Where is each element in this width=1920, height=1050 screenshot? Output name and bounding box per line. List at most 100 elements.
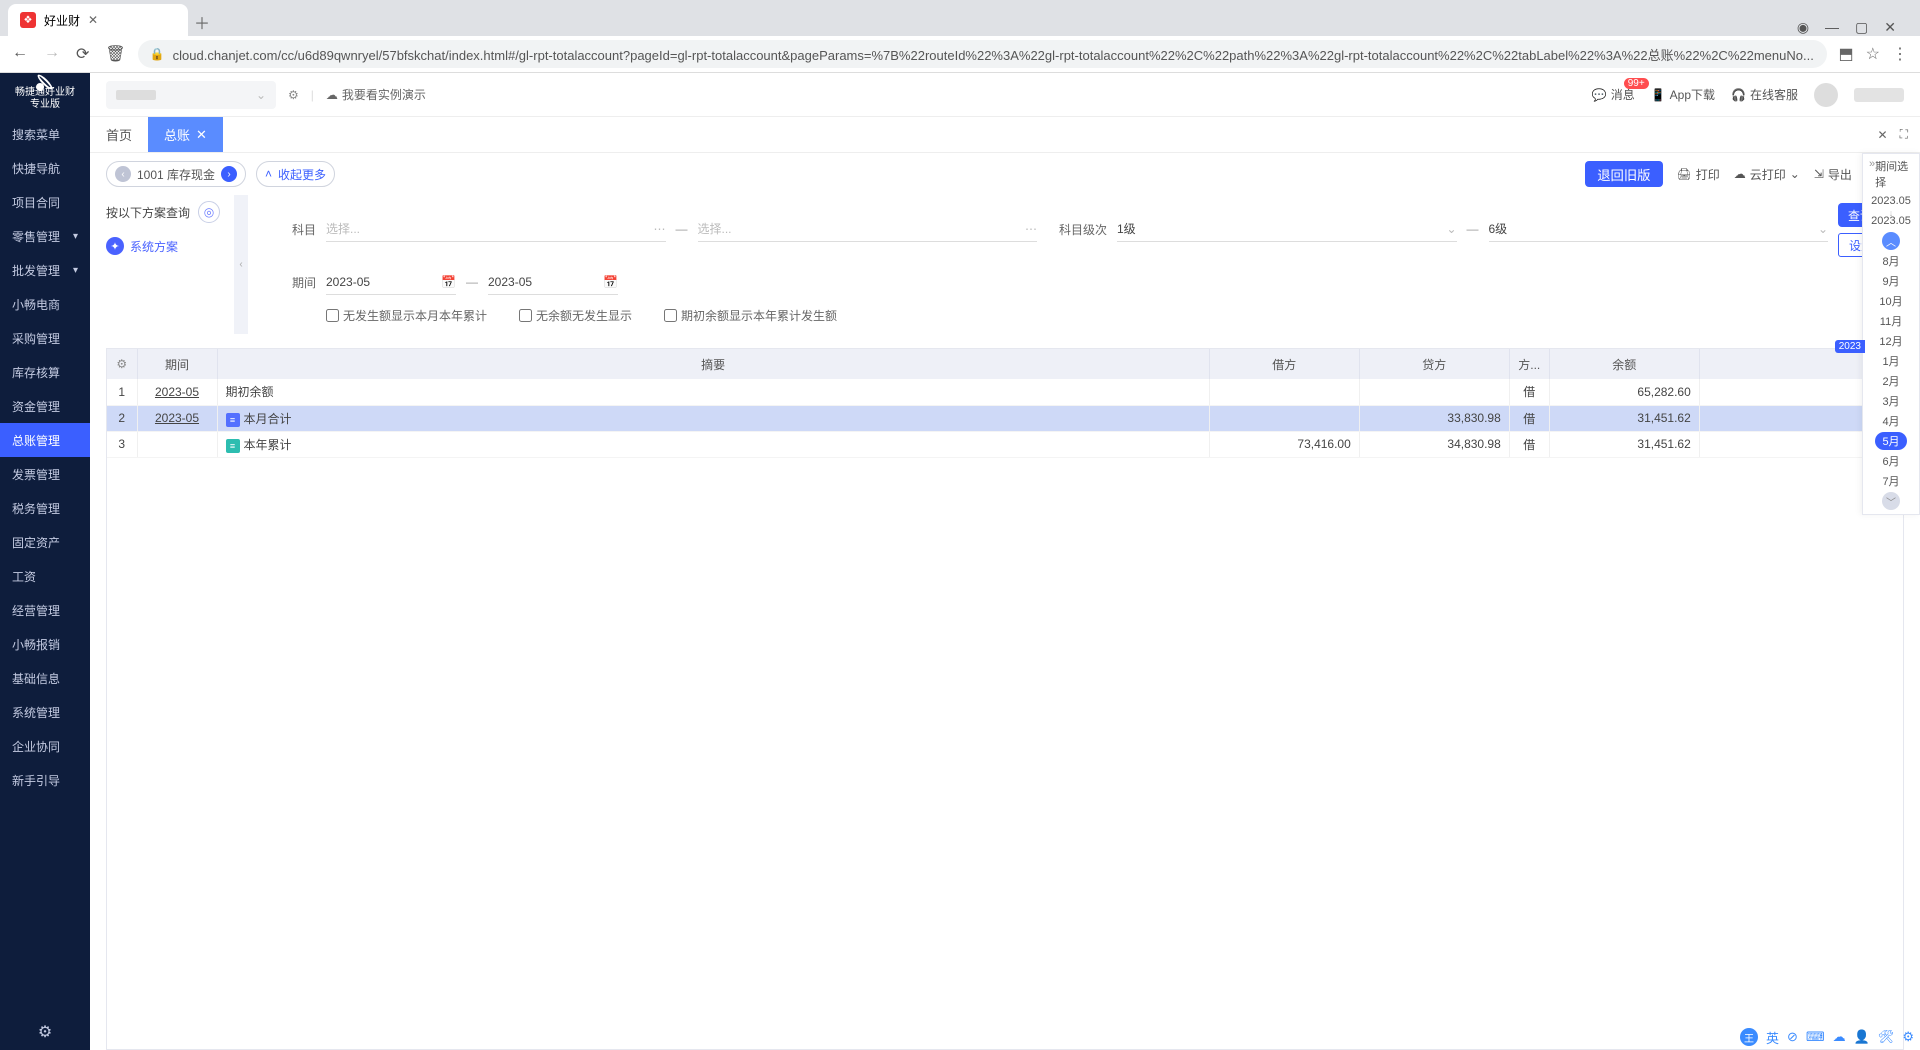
- settings-gear[interactable]: ⚙: [0, 1014, 90, 1050]
- tray-icon[interactable]: 👤: [1854, 1029, 1870, 1045]
- browser-tab[interactable]: ❖ 好业财 ✕: [8, 4, 188, 36]
- forward-icon[interactable]: →: [44, 44, 60, 64]
- close-all-tabs-icon[interactable]: ✕: [1878, 128, 1888, 142]
- month-option[interactable]: 10月: [1875, 292, 1907, 310]
- demo-link[interactable]: ☁ 我要看实例演示: [326, 86, 426, 103]
- chat-icon: 💬: [1592, 88, 1607, 102]
- close-icon[interactable]: ✕: [88, 13, 98, 27]
- avatar[interactable]: [1814, 83, 1838, 107]
- install-icon[interactable]: ⬒: [1839, 44, 1854, 64]
- close-window-icon[interactable]: ✕: [1884, 19, 1896, 36]
- sidebar-item[interactable]: 采购管理: [0, 321, 90, 355]
- new-tab-button[interactable]: ＋: [188, 8, 216, 36]
- chevron-right-icon[interactable]: ›: [221, 166, 237, 182]
- cloud-print-button[interactable]: ☁云打印⌄: [1734, 166, 1800, 183]
- fullscreen-icon[interactable]: ⛶: [1900, 127, 1908, 142]
- period-from-input[interactable]: 2023-05📅: [326, 269, 456, 295]
- sidebar-item[interactable]: 工资: [0, 559, 90, 593]
- sidebar-item[interactable]: 基础信息: [0, 661, 90, 695]
- tab[interactable]: 总账✕: [148, 117, 223, 152]
- sidebar-item[interactable]: 库存核算: [0, 355, 90, 389]
- tray-icon[interactable]: 英: [1766, 1028, 1779, 1047]
- month-down-icon[interactable]: ﹀: [1882, 492, 1900, 510]
- tray-icon[interactable]: ⊘: [1787, 1029, 1798, 1045]
- sidebar-item[interactable]: 总账管理: [0, 423, 90, 457]
- reload-icon[interactable]: ⟳: [76, 44, 89, 64]
- account-icon[interactable]: ◉: [1797, 19, 1809, 36]
- checkbox[interactable]: [326, 309, 339, 322]
- sidebar-item[interactable]: 零售管理▾: [0, 219, 90, 253]
- month-option[interactable]: 8月: [1875, 252, 1907, 270]
- sidebar-item[interactable]: 发票管理: [0, 457, 90, 491]
- level-to-select[interactable]: 6级⌄: [1489, 216, 1829, 242]
- collapse-filter-icon[interactable]: ‹: [234, 195, 248, 334]
- sidebar-item[interactable]: 小畅电商: [0, 287, 90, 321]
- month-option[interactable]: 7月: [1875, 472, 1907, 490]
- month-option[interactable]: 2月: [1875, 372, 1907, 390]
- window-controls: ◉ — ▢ ✕: [1797, 19, 1912, 36]
- side-menu: 搜索菜单快捷导航项目合同零售管理▾批发管理▾小畅电商采购管理库存核算资金管理总账…: [0, 117, 90, 1014]
- tray-icon[interactable]: 🛠: [1878, 1029, 1895, 1045]
- sidebar-item[interactable]: 新手引导: [0, 763, 90, 797]
- checkbox[interactable]: [519, 309, 532, 322]
- sidebar-item[interactable]: 企业协同: [0, 729, 90, 763]
- support-link[interactable]: 🎧 在线客服: [1731, 86, 1798, 103]
- close-icon[interactable]: ✕: [196, 127, 207, 143]
- sidebar-item[interactable]: 经营管理: [0, 593, 90, 627]
- month-up-icon[interactable]: ︿: [1882, 232, 1900, 250]
- checkbox-option[interactable]: 期初余额显示本年累计发生额: [664, 307, 837, 324]
- sidebar-item[interactable]: 项目合同: [0, 185, 90, 219]
- checkbox[interactable]: [664, 309, 677, 322]
- sidebar-item[interactable]: 固定资产: [0, 525, 90, 559]
- maximize-icon[interactable]: ▢: [1855, 19, 1868, 36]
- checkbox-option[interactable]: 无余额无发生显示: [519, 307, 632, 324]
- target-icon[interactable]: ◎: [198, 201, 220, 223]
- table-row[interactable]: 12023-05期初余额借65,282.60: [107, 379, 1903, 405]
- table-row[interactable]: 3≡本年累计73,416.0034,830.98借31,451.62: [107, 431, 1903, 457]
- gear-icon[interactable]: ⚙: [107, 349, 137, 379]
- account-chip[interactable]: ‹ 1001 库存现金 ›: [106, 161, 246, 187]
- star-icon[interactable]: ☆: [1866, 44, 1880, 64]
- month-option[interactable]: 5月: [1875, 432, 1907, 450]
- tray-icon[interactable]: ☁: [1833, 1029, 1846, 1045]
- more-icon[interactable]: ⋮: [1892, 44, 1908, 64]
- system-plan[interactable]: ✦ 系统方案: [106, 237, 226, 255]
- print-button[interactable]: 🖨打印: [1677, 166, 1720, 183]
- sidebar-item[interactable]: 批发管理▾: [0, 253, 90, 287]
- sidebar-item[interactable]: 快捷导航: [0, 151, 90, 185]
- tab[interactable]: 首页: [90, 117, 148, 152]
- trash-icon[interactable]: 🗑: [105, 44, 125, 64]
- month-option[interactable]: 11月: [1875, 312, 1907, 330]
- messages-link[interactable]: 💬 消息 99+: [1592, 86, 1635, 103]
- month-option[interactable]: 4月: [1875, 412, 1907, 430]
- month-option[interactable]: 1月: [1875, 352, 1907, 370]
- ime-icon[interactable]: 王: [1740, 1028, 1758, 1046]
- export-button[interactable]: ⇲导出: [1814, 166, 1852, 183]
- month-option[interactable]: 9月: [1875, 272, 1907, 290]
- back-icon[interactable]: ←: [12, 44, 28, 64]
- sidebar-item[interactable]: 小畅报销: [0, 627, 90, 661]
- app-download-link[interactable]: 📱 App下载: [1651, 86, 1715, 103]
- sidebar-item[interactable]: 搜索菜单: [0, 117, 90, 151]
- subject-to-select[interactable]: 选择...⋯: [698, 216, 1038, 242]
- sidebar-item[interactable]: 系统管理: [0, 695, 90, 729]
- tray-icon[interactable]: ⚙: [1902, 1029, 1914, 1045]
- sidebar-item[interactable]: 资金管理: [0, 389, 90, 423]
- checkbox-option[interactable]: 无发生额显示本月本年累计: [326, 307, 487, 324]
- period-to-input[interactable]: 2023-05📅: [488, 269, 618, 295]
- org-settings-icon[interactable]: ⚙: [288, 88, 299, 102]
- sidebar-item[interactable]: 税务管理: [0, 491, 90, 525]
- level-from-select[interactable]: 1级⌄: [1117, 216, 1457, 242]
- minimize-icon[interactable]: —: [1825, 19, 1839, 36]
- address-bar[interactable]: 🔒 cloud.chanjet.com/cc/u6d89qwnryel/57bf…: [138, 40, 1827, 68]
- collapse-more-button[interactable]: ˄ 收起更多: [256, 161, 335, 187]
- back-old-button[interactable]: 退回旧版: [1585, 161, 1662, 187]
- subject-from-select[interactable]: 选择...⋯: [326, 216, 666, 242]
- tray-icon[interactable]: ⌨: [1806, 1029, 1825, 1045]
- month-option[interactable]: 3月: [1875, 392, 1907, 410]
- table-row[interactable]: 22023-05≡本月合计33,830.98借31,451.62: [107, 405, 1903, 431]
- org-selector[interactable]: ⌄: [106, 81, 276, 109]
- month-option[interactable]: 12月: [1875, 332, 1907, 350]
- month-option[interactable]: 6月: [1875, 452, 1907, 470]
- chevron-left-icon[interactable]: ‹: [115, 166, 131, 182]
